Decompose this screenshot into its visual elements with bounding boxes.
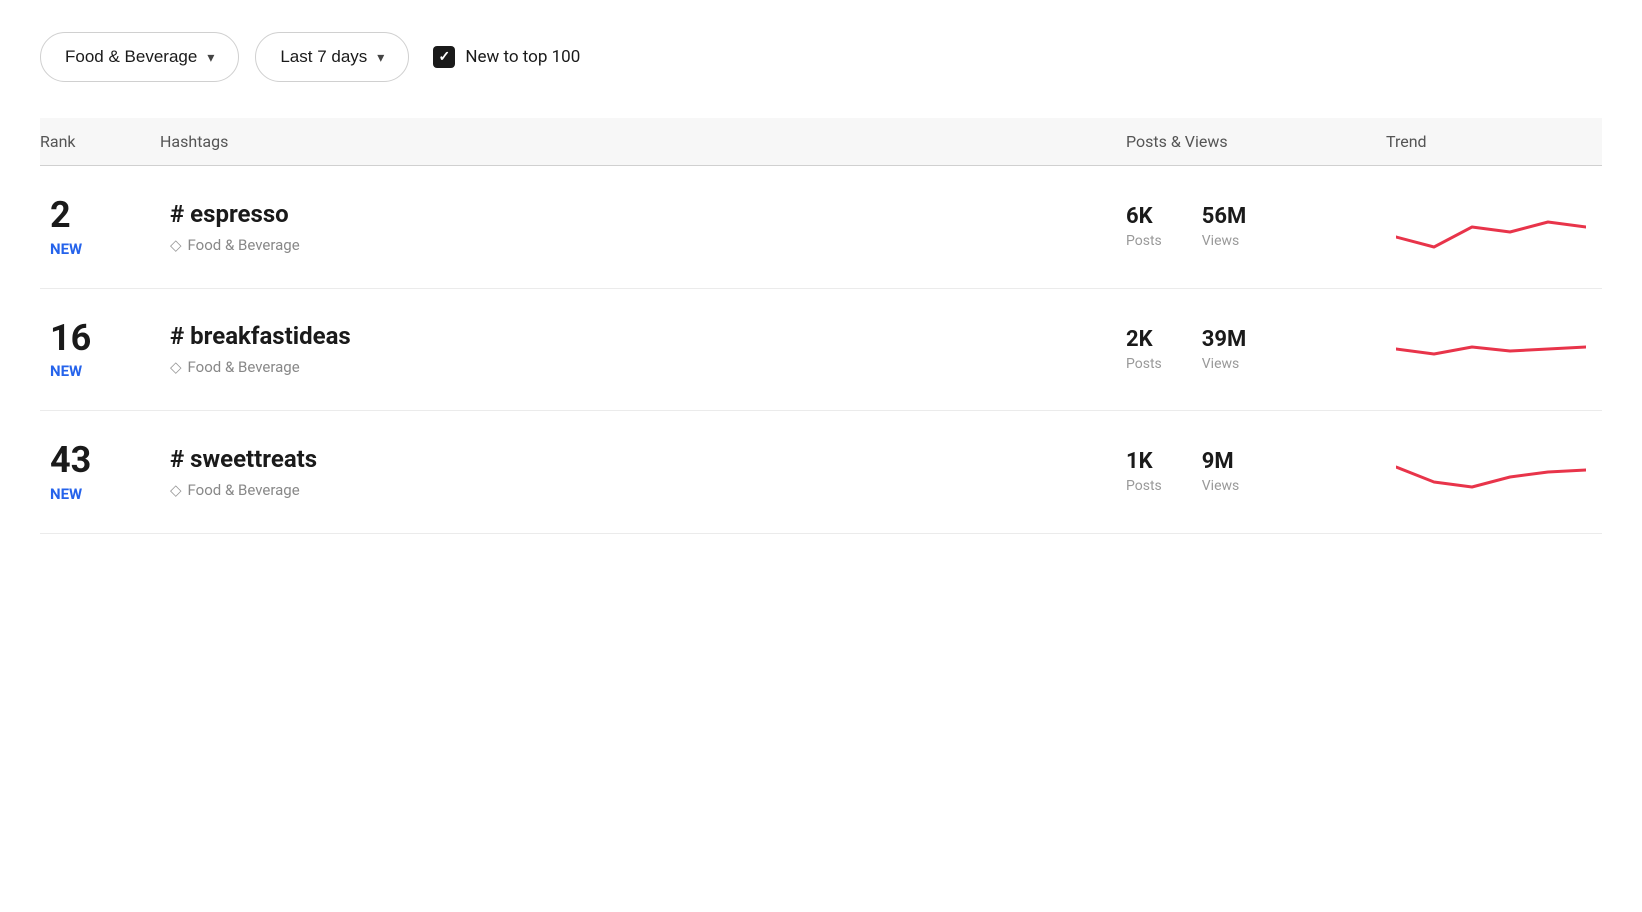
hashtag-name: # breakfastideas <box>170 322 1126 350</box>
category-text: Food & Beverage <box>188 236 300 254</box>
views-value: 39M <box>1202 327 1247 352</box>
views-stat: 39M Views <box>1202 327 1247 372</box>
hashtag-cell: # espresso ◇ Food & Beverage <box>160 200 1126 254</box>
hashtag-name: # sweettreats <box>170 445 1126 473</box>
filter-bar: Food & Beverage ▾ Last 7 days ▾ ✓ New to… <box>40 32 1602 82</box>
rank-badge: NEW <box>50 485 82 503</box>
tag-icon: ◇ <box>170 481 182 499</box>
table-row[interactable]: 2 NEW # espresso ◇ Food & Beverage 6K Po… <box>40 166 1602 289</box>
time-label: Last 7 days <box>280 47 367 67</box>
trend-cell <box>1386 197 1586 257</box>
col-posts-views: Posts & Views <box>1126 132 1386 151</box>
hashtag-category: ◇ Food & Beverage <box>170 236 1126 254</box>
rank-badge: NEW <box>50 362 82 380</box>
rank-number: 16 <box>50 319 91 359</box>
posts-stat: 1K Posts <box>1126 449 1162 494</box>
rank-badge: NEW <box>50 240 82 258</box>
tag-icon: ◇ <box>170 358 182 376</box>
hashtag-category: ◇ Food & Beverage <box>170 481 1126 499</box>
views-stat: 56M Views <box>1202 204 1247 249</box>
hashtag-cell: # breakfastideas ◇ Food & Beverage <box>160 322 1126 376</box>
posts-stat: 2K Posts <box>1126 327 1162 372</box>
posts-label: Posts <box>1126 233 1162 249</box>
hashtag-cell: # sweettreats ◇ Food & Beverage <box>160 445 1126 499</box>
category-label: Food & Beverage <box>65 47 197 67</box>
stats-cell: 2K Posts 39M Views <box>1126 327 1386 372</box>
table-header: Rank Hashtags Posts & Views Trend <box>40 118 1602 166</box>
custom-checkbox-icon: ✓ <box>433 46 455 68</box>
posts-value: 2K <box>1126 327 1162 352</box>
views-value: 9M <box>1202 449 1240 474</box>
views-stat: 9M Views <box>1202 449 1240 494</box>
trend-chart <box>1396 197 1586 257</box>
time-chevron-icon: ▾ <box>377 49 384 66</box>
category-chevron-icon: ▾ <box>207 49 214 66</box>
posts-value: 1K <box>1126 449 1162 474</box>
table-body: 2 NEW # espresso ◇ Food & Beverage 6K Po… <box>40 166 1602 534</box>
rank-cell: 43 NEW <box>40 441 160 503</box>
rank-cell: 16 NEW <box>40 319 160 381</box>
category-dropdown[interactable]: Food & Beverage ▾ <box>40 32 239 82</box>
rank-number: 43 <box>50 441 91 481</box>
table-row[interactable]: 16 NEW # breakfastideas ◇ Food & Beverag… <box>40 289 1602 412</box>
rank-number: 2 <box>50 196 71 236</box>
views-label: Views <box>1202 356 1247 372</box>
trend-cell <box>1386 319 1586 379</box>
posts-value: 6K <box>1126 204 1162 229</box>
tag-icon: ◇ <box>170 236 182 254</box>
views-value: 56M <box>1202 204 1247 229</box>
trend-cell <box>1386 442 1586 502</box>
col-trend: Trend <box>1386 132 1586 151</box>
posts-label: Posts <box>1126 478 1162 494</box>
hashtag-category: ◇ Food & Beverage <box>170 358 1126 376</box>
stats-cell: 6K Posts 56M Views <box>1126 204 1386 249</box>
hashtag-table: Rank Hashtags Posts & Views Trend 2 NEW … <box>40 118 1602 534</box>
category-text: Food & Beverage <box>188 481 300 499</box>
new-to-top-checkbox-label[interactable]: ✓ New to top 100 <box>433 46 580 68</box>
time-dropdown[interactable]: Last 7 days ▾ <box>255 32 409 82</box>
posts-stat: 6K Posts <box>1126 204 1162 249</box>
trend-chart <box>1396 442 1586 502</box>
category-text: Food & Beverage <box>188 358 300 376</box>
new-to-top-label: New to top 100 <box>465 47 580 67</box>
posts-label: Posts <box>1126 356 1162 372</box>
views-label: Views <box>1202 478 1240 494</box>
trend-chart <box>1396 319 1586 379</box>
rank-cell: 2 NEW <box>40 196 160 258</box>
hashtag-name: # espresso <box>170 200 1126 228</box>
views-label: Views <box>1202 233 1247 249</box>
col-rank: Rank <box>40 132 160 151</box>
table-row[interactable]: 43 NEW # sweettreats ◇ Food & Beverage 1… <box>40 411 1602 534</box>
col-hashtags: Hashtags <box>160 132 1126 151</box>
stats-cell: 1K Posts 9M Views <box>1126 449 1386 494</box>
